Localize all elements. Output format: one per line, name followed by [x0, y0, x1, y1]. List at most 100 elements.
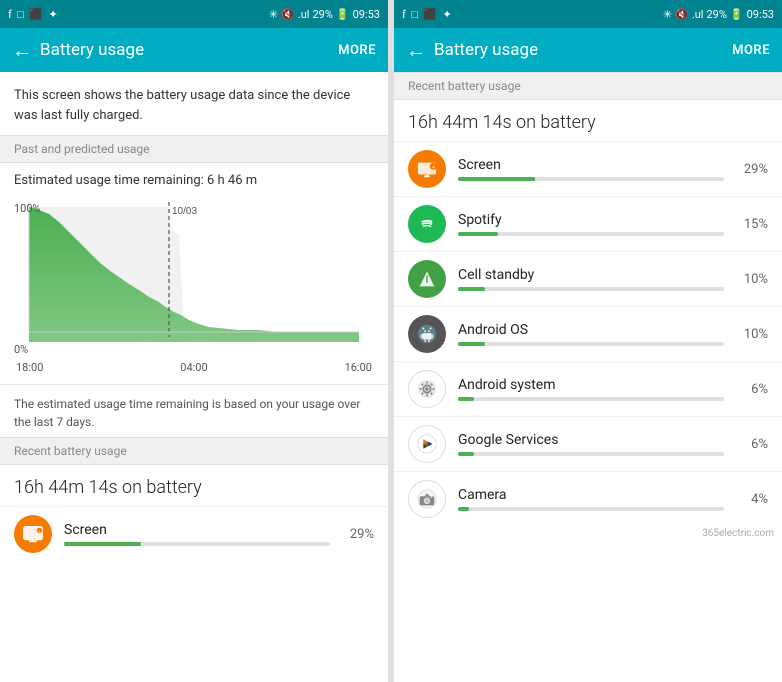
spotify-info: Spotify — [458, 212, 724, 236]
camera-name: Camera — [458, 487, 724, 503]
mute-icon-right: 🔇 — [675, 8, 689, 21]
time-0400: 04:00 — [180, 361, 207, 374]
usage-row-camera[interactable]: Camera 4% — [394, 471, 782, 526]
watermark: 365electric.com — [394, 526, 782, 543]
bt-icon: ✳ — [269, 8, 278, 21]
android-sys-name: Android system — [458, 377, 724, 393]
screen-bar-fill-left — [64, 542, 141, 546]
google-bar-bg — [458, 452, 724, 456]
mute-icon: 🔇 — [281, 8, 295, 21]
android-sys-bar-bg — [458, 397, 724, 401]
footnote-text: The estimated usage time remaining is ba… — [0, 384, 388, 437]
cell-bar-bg — [458, 287, 724, 291]
google-bar-fill — [458, 452, 474, 456]
status-bar-right: f □ ⬛ ✦ ✳ 🔇 .ul 29% 🔋 09:53 — [394, 0, 782, 28]
android-os-icon — [408, 315, 446, 353]
info-text: This screen shows the battery usage data… — [0, 72, 388, 135]
spotify-icon — [408, 205, 446, 243]
time-left: 09:53 — [353, 8, 380, 21]
screen-pct: 29% — [736, 162, 768, 177]
screen-icon-left: + — [14, 515, 52, 553]
svg-text:10/03: 10/03 — [172, 206, 197, 217]
screen-info: Screen — [458, 157, 724, 181]
battery-time-right: 16h 44m 14s on battery — [394, 100, 782, 141]
bt-icon-right: ✳ — [663, 8, 672, 21]
top-bar-left: ← Battery usage MORE — [0, 28, 388, 72]
google-name: Google Services — [458, 432, 724, 448]
android-os-info: Android OS — [458, 322, 724, 346]
time-1600: 16:00 — [345, 361, 372, 374]
spotify-bar-fill — [458, 232, 498, 236]
screen-name: Screen — [458, 157, 724, 173]
android-sys-info: Android system — [458, 377, 724, 401]
back-button-right[interactable]: ← — [406, 38, 426, 63]
more-button-left[interactable]: MORE — [338, 43, 376, 58]
time-right: 09:53 — [747, 8, 774, 21]
cell-pct: 10% — [736, 272, 768, 287]
usage-row-android-sys[interactable]: Android system 6% — [394, 361, 782, 416]
android-os-pct: 10% — [736, 327, 768, 342]
cell-bar-fill — [458, 287, 485, 291]
screen-name-left: Screen — [64, 522, 330, 538]
cell-info: Cell standby — [458, 267, 724, 291]
usage-row-screen-left[interactable]: + Screen 29% — [0, 506, 388, 561]
top-bar-right: ← Battery usage MORE — [394, 28, 782, 72]
recent-battery-header-left: Recent battery usage — [0, 437, 388, 465]
screen-bar-fill — [458, 177, 535, 181]
android-sys-icon — [408, 370, 446, 408]
app-icons-right: f □ ⬛ ✦ — [402, 8, 452, 21]
page-title-right: Battery usage — [434, 40, 732, 60]
status-bar-left: f □ ⬛ ✦ ✳ 🔇 .ul 29% 🔋 09:53 — [0, 0, 388, 28]
cell-icon — [408, 260, 446, 298]
cell-name: Cell standby — [458, 267, 724, 283]
app-icons: f □ ⬛ ✦ — [8, 8, 58, 21]
status-left-icons: f □ ⬛ ✦ — [8, 8, 58, 21]
spotify-pct: 15% — [736, 217, 768, 232]
usage-row-google[interactable]: Google Services 6% — [394, 416, 782, 471]
chart-times: 18:00 04:00 16:00 — [14, 361, 374, 374]
usage-row-android-os[interactable]: Android OS 10% — [394, 306, 782, 361]
screen-icon: + — [408, 150, 446, 188]
chart-label-0: 0% — [14, 343, 28, 356]
google-icon — [408, 425, 446, 463]
estimated-text: Estimated usage time remaining: 6 h 46 m — [0, 163, 388, 194]
status-right-right: ✳ 🔇 .ul 29% 🔋 09:53 — [663, 8, 774, 21]
past-predicted-header: Past and predicted usage — [0, 135, 388, 163]
recent-battery-header-right: Recent battery usage — [394, 72, 782, 100]
camera-bar-fill — [458, 507, 469, 511]
battery-icon-right: 🔋 — [730, 8, 744, 21]
signal-icon: .ul — [298, 8, 310, 21]
spotify-name: Spotify — [458, 212, 724, 228]
battery-pct-right: 29% — [706, 8, 726, 21]
svg-text:+: + — [432, 165, 435, 170]
android-sys-bar-fill — [458, 397, 474, 401]
svg-text:+: + — [38, 530, 40, 534]
camera-bar-bg — [458, 507, 724, 511]
more-button-right[interactable]: MORE — [732, 43, 770, 58]
spotify-bar-bg — [458, 232, 724, 236]
right-panel: f □ ⬛ ✦ ✳ 🔇 .ul 29% 🔋 09:53 ← Battery us… — [394, 0, 782, 682]
usage-row-spotify[interactable]: Spotify 15% — [394, 196, 782, 251]
android-sys-pct: 6% — [736, 382, 768, 397]
back-button-left[interactable]: ← — [12, 38, 32, 63]
chart-svg: 10/03 — [14, 202, 374, 357]
right-content: Recent battery usage 16h 44m 14s on batt… — [394, 72, 782, 682]
battery-time-left: 16h 44m 14s on battery — [0, 465, 388, 506]
camera-pct: 4% — [736, 492, 768, 507]
screen-bar-bg-left — [64, 542, 330, 546]
left-panel: f □ ⬛ ✦ ✳ 🔇 .ul 29% 🔋 09:53 ← Battery us… — [0, 0, 388, 682]
google-pct: 6% — [736, 437, 768, 452]
time-1800: 18:00 — [16, 361, 43, 374]
left-content: This screen shows the battery usage data… — [0, 72, 388, 682]
screen-pct-left: 29% — [342, 527, 374, 542]
camera-icon — [408, 480, 446, 518]
usage-row-cell[interactable]: Cell standby 10% — [394, 251, 782, 306]
android-os-bar-bg — [458, 342, 724, 346]
android-os-name: Android OS — [458, 322, 724, 338]
camera-info: Camera — [458, 487, 724, 511]
status-right-left-icons: f □ ⬛ ✦ — [402, 8, 452, 21]
signal-icon-right: .ul — [692, 8, 704, 21]
status-right-left: ✳ 🔇 .ul 29% 🔋 09:53 — [269, 8, 380, 21]
usage-row-screen[interactable]: + Screen 29% — [394, 141, 782, 196]
battery-chart: 100% 10/03 0% — [0, 194, 388, 384]
